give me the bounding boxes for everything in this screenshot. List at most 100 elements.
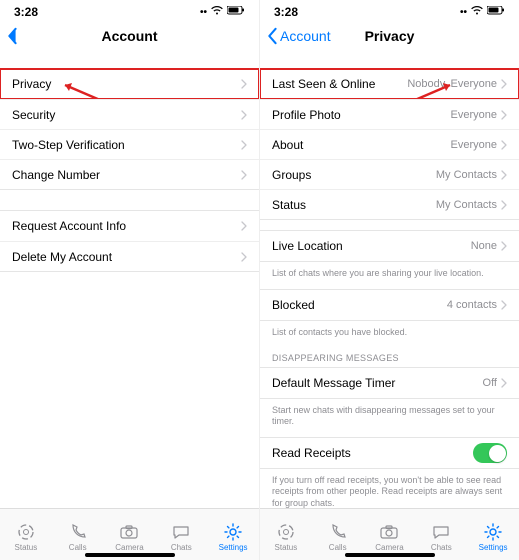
wifi-icon xyxy=(471,6,483,18)
chevron-right-icon xyxy=(501,378,507,388)
tab-chats[interactable]: Chats xyxy=(418,522,464,552)
row-two-step[interactable]: Two-Step Verification xyxy=(0,129,259,159)
disappearing-group: Default Message Timer Off xyxy=(260,367,519,399)
row-last-seen[interactable]: Last Seen & Online Nobody, Everyone xyxy=(260,69,519,99)
row-delete-account[interactable]: Delete My Account xyxy=(0,241,259,271)
tab-settings[interactable]: Settings xyxy=(210,522,256,552)
camera-icon xyxy=(119,522,139,542)
status-indicators: •• xyxy=(460,6,505,18)
tab-status[interactable]: Status xyxy=(3,522,49,552)
status-icon xyxy=(16,522,36,542)
chat-icon xyxy=(431,522,451,542)
read-receipts-footer: If you turn off read receipts, you won't… xyxy=(260,469,519,508)
row-label: Two-Step Verification xyxy=(12,138,125,152)
battery-icon xyxy=(227,6,245,18)
chevron-right-icon xyxy=(501,110,507,120)
row-read-receipts: Read Receipts xyxy=(260,438,519,468)
back-button[interactable]: Account xyxy=(266,27,331,45)
tab-label: Calls xyxy=(69,543,87,552)
disappearing-footer: Start new chats with disappearing messag… xyxy=(260,399,519,432)
chevron-left-icon xyxy=(266,27,278,45)
row-request-info[interactable]: Request Account Info xyxy=(0,211,259,241)
chevron-right-icon xyxy=(241,140,247,150)
tab-calls[interactable]: Calls xyxy=(315,522,361,552)
row-change-number[interactable]: Change Number xyxy=(0,159,259,189)
account-group-2: Request Account Info Delete My Account xyxy=(0,210,259,272)
phone-icon xyxy=(328,522,348,542)
privacy-group-1: Last Seen & Online Nobody, Everyone Prof… xyxy=(260,68,519,220)
row-status[interactable]: Status My Contacts xyxy=(260,189,519,219)
wifi-icon xyxy=(211,6,223,18)
row-live-location[interactable]: Live LocationNone xyxy=(260,231,519,261)
tab-status[interactable]: Status xyxy=(263,522,309,552)
row-security[interactable]: Security xyxy=(0,99,259,129)
tab-label: Calls xyxy=(329,543,347,552)
row-label: Default Message Timer xyxy=(272,376,395,390)
row-label: Delete My Account xyxy=(12,250,112,264)
row-value: Nobody, Everyone xyxy=(407,78,497,90)
chevron-right-icon xyxy=(501,200,507,210)
blocked-group: Blocked 4 contacts xyxy=(260,289,519,321)
chevron-left-icon xyxy=(6,27,18,45)
row-label: Change Number xyxy=(12,168,100,182)
row-value: My Contacts xyxy=(436,199,497,211)
row-label: Live Location xyxy=(272,239,343,253)
row-label: Last Seen & Online xyxy=(272,77,375,91)
page-title: Privacy xyxy=(365,28,415,44)
account-content: Privacy Security Two-Step Verification C… xyxy=(0,54,259,508)
row-groups[interactable]: Groups My Contacts xyxy=(260,159,519,189)
tab-chats[interactable]: Chats xyxy=(158,522,204,552)
chevron-right-icon xyxy=(501,241,507,251)
screen-account: 3:28 •• Account Privacy Security xyxy=(0,0,259,560)
signal-icon: •• xyxy=(460,7,467,18)
back-label: Account xyxy=(280,28,331,44)
tab-label: Status xyxy=(15,543,38,552)
status-time: 3:28 xyxy=(274,5,298,19)
chevron-right-icon xyxy=(241,110,247,120)
tab-label: Chats xyxy=(431,543,452,552)
read-receipts-toggle[interactable] xyxy=(473,443,507,463)
read-receipts-group: Read Receipts xyxy=(260,437,519,469)
row-value: Everyone xyxy=(451,139,497,151)
status-icon xyxy=(276,522,296,542)
row-label: Status xyxy=(272,198,306,212)
disappearing-header: DISAPPEARING MESSAGES xyxy=(260,343,519,367)
row-value: 4 contacts xyxy=(447,299,497,311)
tab-camera[interactable]: Camera xyxy=(106,522,152,552)
row-profile-photo[interactable]: Profile PhotoEveryone xyxy=(260,99,519,129)
chevron-right-icon xyxy=(501,170,507,180)
chevron-right-icon xyxy=(241,221,247,231)
row-default-timer[interactable]: Default Message Timer Off xyxy=(260,368,519,398)
account-group-1: Privacy Security Two-Step Verification C… xyxy=(0,68,259,190)
tab-label: Camera xyxy=(115,543,143,552)
gear-icon xyxy=(223,522,243,542)
row-label: Groups xyxy=(272,168,311,182)
nav-bar: Account xyxy=(0,18,259,54)
tab-label: Chats xyxy=(171,543,192,552)
tab-camera[interactable]: Camera xyxy=(366,522,412,552)
privacy-content: Last Seen & Online Nobody, Everyone Prof… xyxy=(260,54,519,508)
row-label: Blocked xyxy=(272,298,315,312)
screen-privacy: 3:28 •• Account Privacy Last Seen & Onli… xyxy=(259,0,519,560)
tab-calls[interactable]: Calls xyxy=(55,522,101,552)
status-bar: 3:28 •• xyxy=(0,0,259,18)
chevron-right-icon xyxy=(241,79,247,89)
row-value: My Contacts xyxy=(436,169,497,181)
status-bar: 3:28 •• xyxy=(260,0,519,18)
row-privacy[interactable]: Privacy xyxy=(0,69,259,99)
row-value: Off xyxy=(483,377,497,389)
status-time: 3:28 xyxy=(14,5,38,19)
tab-settings[interactable]: Settings xyxy=(470,522,516,552)
blocked-footer: List of contacts you have blocked. xyxy=(260,321,519,342)
camera-icon xyxy=(379,522,399,542)
tab-label: Settings xyxy=(219,543,248,552)
row-about[interactable]: About Everyone xyxy=(260,129,519,159)
row-value: Everyone xyxy=(451,109,497,121)
tab-label: Camera xyxy=(375,543,403,552)
row-blocked[interactable]: Blocked 4 contacts xyxy=(260,290,519,320)
tab-label: Settings xyxy=(479,543,508,552)
row-label: About xyxy=(272,138,303,152)
back-button[interactable] xyxy=(6,27,18,45)
chevron-right-icon xyxy=(501,140,507,150)
phone-icon xyxy=(68,522,88,542)
